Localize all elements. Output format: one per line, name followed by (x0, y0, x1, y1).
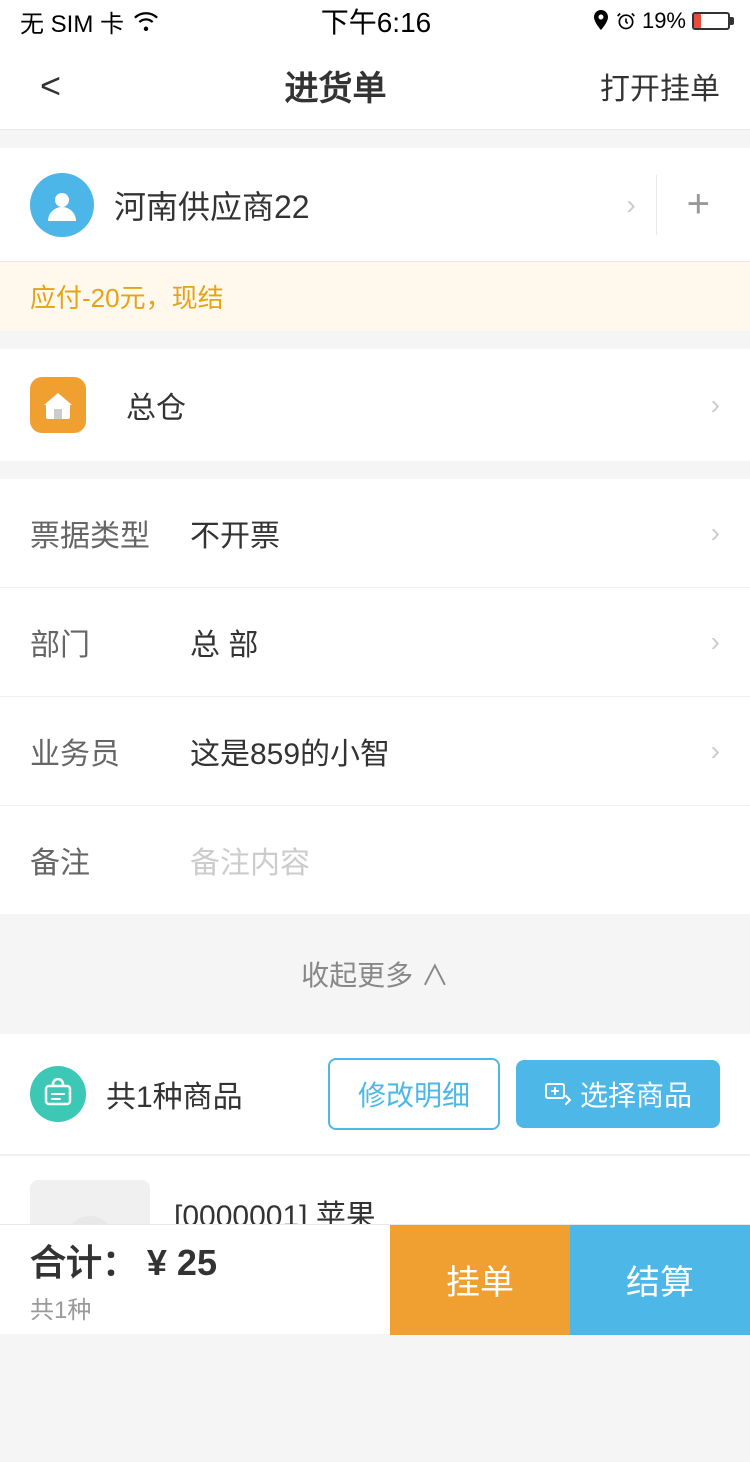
total-section: 合计： ¥ 25 共1种 (0, 1234, 390, 1325)
warehouse-row[interactable]: 总仓 › (0, 349, 750, 461)
fields-section: 票据类型 不开票 › 部门 总 部 › 业务员 这是859的小智 › 备注 备注… (0, 479, 750, 914)
invoice-label: 票据类型 (30, 511, 150, 555)
warehouse-name: 总仓 (106, 383, 711, 427)
salesman-label: 业务员 (30, 729, 150, 773)
product-header: 共1种商品 修改明细 选择商品 (0, 1034, 750, 1155)
select-product-label: 选择商品 (580, 1074, 692, 1114)
invoice-row[interactable]: 票据类型 不开票 › (0, 479, 750, 588)
supplier-row[interactable]: 河南供应商22 › + (0, 148, 750, 261)
salesman-row[interactable]: 业务员 这是859的小智 › (0, 697, 750, 806)
supplier-chevron-icon: › (626, 189, 635, 221)
battery-icon (692, 12, 730, 30)
edit-detail-button[interactable]: 修改明细 (328, 1058, 500, 1130)
supplier-avatar (30, 173, 94, 237)
dept-chevron-icon: › (711, 626, 720, 658)
warehouse-chevron-icon: › (711, 389, 720, 421)
add-supplier-button[interactable]: + (677, 172, 720, 237)
remark-row[interactable]: 备注 备注内容 (0, 806, 750, 914)
open-pending-button[interactable]: 打开挂单 (600, 64, 720, 108)
invoice-chevron-icon: › (711, 517, 720, 549)
total-amount: 合计： ¥ 25 (30, 1234, 360, 1286)
page-title: 进货单 (71, 61, 600, 110)
remark-input[interactable]: 备注内容 (150, 838, 720, 882)
dept-label: 部门 (30, 620, 150, 664)
divider (656, 175, 657, 235)
checkout-button[interactable]: 结算 (570, 1225, 750, 1335)
status-bar: 无 SIM 卡 下午6:16 19% (0, 0, 750, 42)
product-count-text: 共1种商品 (106, 1072, 328, 1116)
collapse-row[interactable]: 收起更多 ∧ (0, 932, 750, 1016)
wifi-icon (132, 11, 160, 31)
invoice-value: 不开票 (150, 511, 711, 555)
carrier-text: 无 SIM 卡 (20, 4, 124, 39)
total-value: ¥ 25 (147, 1242, 217, 1283)
supplier-name: 河南供应商22 (114, 182, 626, 228)
supplier-alert: 应付-20元，现结 (0, 261, 750, 331)
salesman-chevron-icon: › (711, 735, 720, 767)
select-product-icon (544, 1082, 572, 1106)
total-label: 合计： (30, 1242, 138, 1283)
alarm-icon (616, 10, 636, 32)
dept-value: 总 部 (150, 620, 711, 664)
battery-text: 19% (642, 8, 686, 34)
warehouse-icon (30, 377, 86, 433)
total-count: 共1种 (30, 1290, 360, 1325)
back-button[interactable]: < (30, 55, 71, 117)
dept-row[interactable]: 部门 总 部 › (0, 588, 750, 697)
select-product-button[interactable]: 选择商品 (516, 1060, 720, 1128)
remark-label: 备注 (30, 838, 150, 882)
status-time: 下午6:16 (321, 1, 432, 41)
location-icon (592, 10, 610, 32)
bottom-bar: 合计： ¥ 25 共1种 挂单 结算 (0, 1224, 750, 1334)
supplier-section: 河南供应商22 › + 应付-20元，现结 (0, 148, 750, 331)
nav-bar: < 进货单 打开挂单 (0, 42, 750, 130)
hang-button[interactable]: 挂单 (390, 1225, 570, 1335)
warehouse-section: 总仓 › (0, 349, 750, 461)
product-count-icon (30, 1066, 86, 1122)
salesman-value: 这是859的小智 (150, 729, 711, 773)
